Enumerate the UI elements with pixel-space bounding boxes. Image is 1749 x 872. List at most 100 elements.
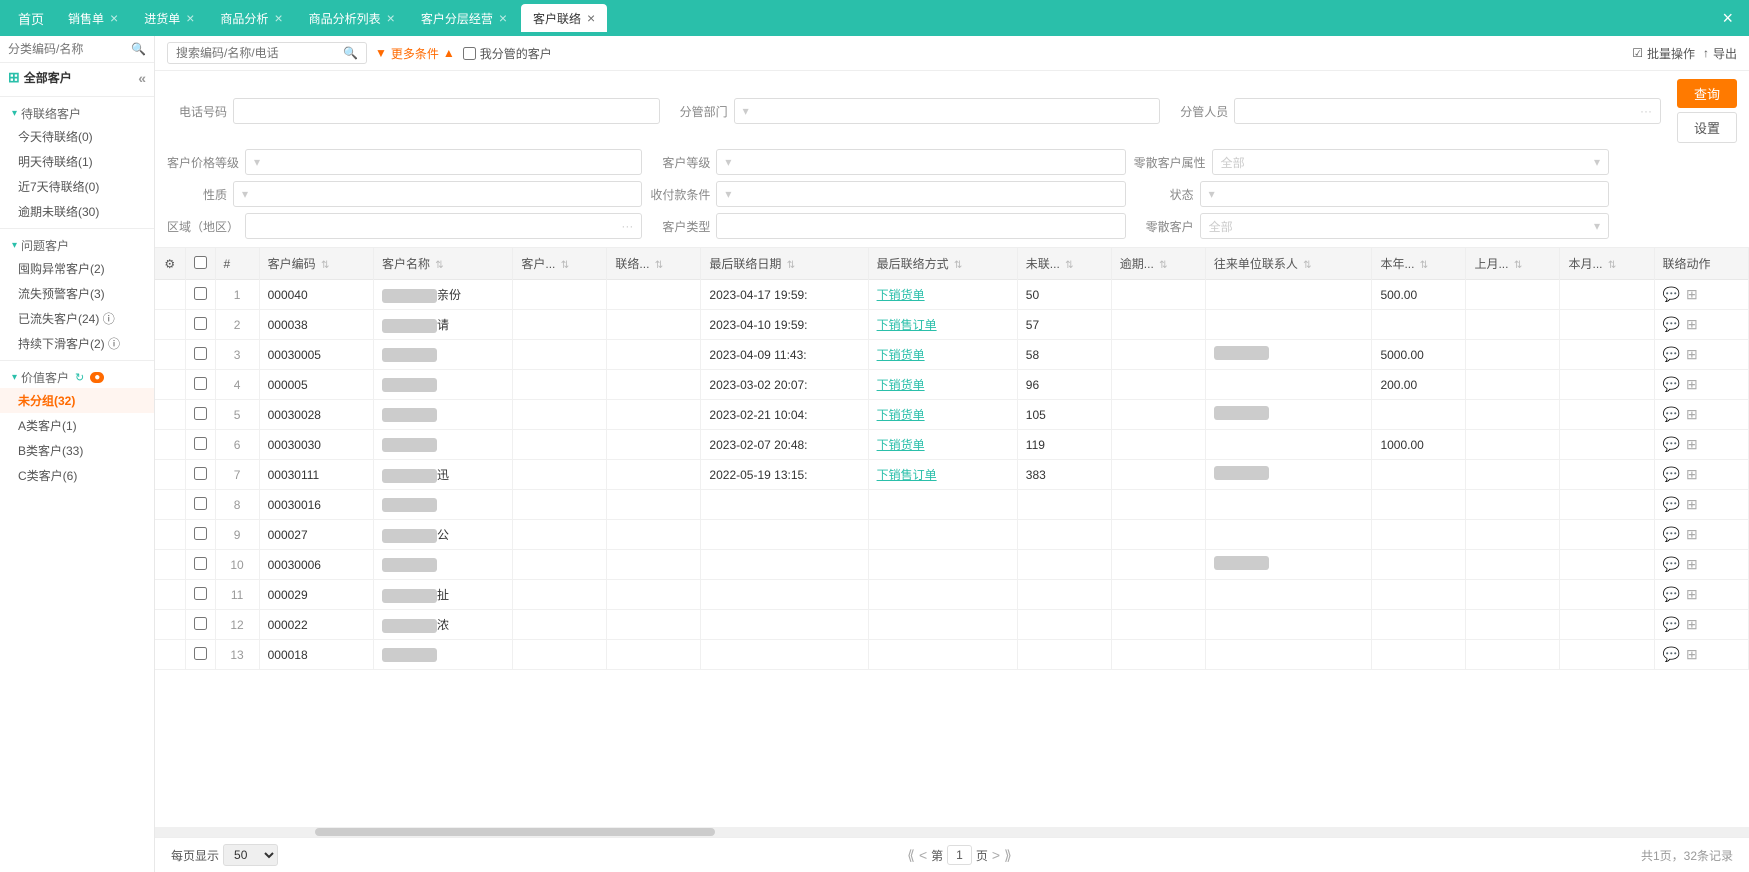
row-checkbox[interactable] <box>194 467 207 480</box>
export-btn[interactable]: ↑ 导出 <box>1703 45 1737 62</box>
my-customers-checkbox[interactable] <box>463 47 476 60</box>
chat-icon[interactable]: 💬 <box>1663 406 1680 423</box>
chat-icon[interactable]: 💬 <box>1663 526 1680 543</box>
per-page-select[interactable]: 50 100 <box>223 844 278 866</box>
payment-input[interactable]: ▾ <box>716 181 1125 207</box>
chat-icon[interactable]: 💬 <box>1663 436 1680 453</box>
more-conditions-btn[interactable]: ▼ 更多条件 ▲ <box>375 45 455 62</box>
tab-home[interactable]: 首页 <box>8 9 54 28</box>
row-checkbox[interactable] <box>194 617 207 630</box>
grid-icon[interactable]: ⊞ <box>1686 526 1698 543</box>
last-method-link[interactable]: 下销货单 <box>877 288 925 302</box>
reset-button[interactable]: 设置 <box>1677 112 1737 143</box>
grid-icon[interactable]: ⊞ <box>1686 586 1698 603</box>
retail-attr-input[interactable]: 全部 ▾ <box>1212 149 1609 175</box>
row-checkbox[interactable] <box>194 647 207 660</box>
horizontal-scrollbar[interactable] <box>155 827 1749 837</box>
chat-icon[interactable]: 💬 <box>1663 316 1680 333</box>
grid-icon[interactable]: ⊞ <box>1686 406 1698 423</box>
row-checkbox[interactable] <box>194 527 207 540</box>
row-checkbox[interactable] <box>194 287 207 300</box>
person-input[interactable]: ··· <box>1234 98 1661 124</box>
grid-icon[interactable]: ⊞ <box>1686 436 1698 453</box>
search-icon[interactable]: 🔍 <box>343 46 358 60</box>
close-icon[interactable]: × <box>499 11 507 25</box>
col-last-method[interactable]: 最后联络方式 ⇅ <box>868 248 1017 280</box>
query-button[interactable]: 查询 <box>1677 79 1737 108</box>
tab-customer-contact[interactable]: 客户联络 × <box>521 4 607 32</box>
phone-input[interactable] <box>233 98 660 124</box>
refresh-icon[interactable]: ↻ <box>75 371 84 384</box>
col-last-month[interactable]: 上月... ⇅ <box>1466 248 1560 280</box>
grid-icon[interactable]: ⊞ <box>1686 616 1698 633</box>
tab-purchase-order[interactable]: 进货单 × <box>132 4 206 32</box>
col-this-year[interactable]: 本年... ⇅ <box>1372 248 1466 280</box>
sidebar-item-tomorrow-pending[interactable]: 明天待联络(1) <box>0 149 154 174</box>
close-icon[interactable]: × <box>387 11 395 25</box>
search-box[interactable]: 🔍 <box>167 42 367 64</box>
row-checkbox[interactable] <box>194 497 207 510</box>
nav-next-btn[interactable]: > <box>992 847 1000 863</box>
last-method-link[interactable]: 下销货单 <box>877 348 925 362</box>
sidebar-item-class-a[interactable]: A类客户(1) <box>0 413 154 438</box>
row-checkbox[interactable] <box>194 317 207 330</box>
grid-icon[interactable]: ⊞ <box>1686 346 1698 363</box>
close-icon[interactable]: × <box>274 11 282 25</box>
col-this-month[interactable]: 本月... ⇅ <box>1560 248 1654 280</box>
last-method-link[interactable]: 下销货单 <box>877 438 925 452</box>
col-last-date[interactable]: 最后联络日期 ⇅ <box>701 248 868 280</box>
grid-icon[interactable]: ⊞ <box>1686 466 1698 483</box>
col-contact-person[interactable]: 往来单位联系人 ⇅ <box>1205 248 1372 280</box>
chat-icon[interactable]: 💬 <box>1663 376 1680 393</box>
sidebar-item-hoarding-abnormal[interactable]: 囤购异常客户(2) <box>0 256 154 281</box>
sidebar-item-7day-pending[interactable]: 近7天待联络(0) <box>0 174 154 199</box>
last-method-link[interactable]: 下销售订单 <box>877 318 937 332</box>
all-customers-header[interactable]: ⊞ 全部客户 « <box>0 63 154 92</box>
close-window-icon[interactable]: × <box>1714 8 1741 29</box>
row-checkbox[interactable] <box>194 587 207 600</box>
sidebar-item-today-pending[interactable]: 今天待联络(0) <box>0 124 154 149</box>
batch-ops-btn[interactable]: ☑ 批量操作 <box>1632 45 1695 62</box>
row-checkbox[interactable] <box>194 347 207 360</box>
chat-icon[interactable]: 💬 <box>1663 466 1680 483</box>
col-type[interactable]: 客户... ⇅ <box>513 248 607 280</box>
col-code[interactable]: 客户编码 ⇅ <box>259 248 373 280</box>
nav-first-btn[interactable]: ⟪ <box>907 847 915 864</box>
close-icon[interactable]: × <box>587 11 595 25</box>
row-checkbox[interactable] <box>194 557 207 570</box>
chat-icon[interactable]: 💬 <box>1663 646 1680 663</box>
sidebar-group-pending-contact[interactable]: ▾ 待联络客户 <box>0 101 154 124</box>
my-customers-checkbox-label[interactable]: 我分管的客户 <box>463 45 552 62</box>
chat-icon[interactable]: 💬 <box>1663 496 1680 513</box>
search-input[interactable] <box>176 46 339 60</box>
col-overdue[interactable]: 逾期... ⇅ <box>1111 248 1205 280</box>
customer-type-input[interactable] <box>716 213 1125 239</box>
grid-icon[interactable]: ⊞ <box>1686 646 1698 663</box>
close-icon[interactable]: × <box>186 11 194 25</box>
grid-icon[interactable]: ⊞ <box>1686 376 1698 393</box>
sidebar-item-class-b[interactable]: B类客户(33) <box>0 438 154 463</box>
collapse-icon[interactable]: « <box>138 70 146 86</box>
col-contact[interactable]: 联络... ⇅ <box>607 248 701 280</box>
region-input[interactable]: ··· <box>245 213 642 239</box>
nav-last-btn[interactable]: ⟫ <box>1004 847 1012 864</box>
scrollbar-thumb[interactable] <box>315 828 715 836</box>
row-checkbox[interactable] <box>194 377 207 390</box>
last-method-link[interactable]: 下销货单 <box>877 408 925 422</box>
tab-product-analysis-list[interactable]: 商品分析列表 × <box>297 4 407 32</box>
chat-icon[interactable]: 💬 <box>1663 556 1680 573</box>
price-level-input[interactable]: ▾ <box>245 149 642 175</box>
sidebar-item-class-c[interactable]: C类客户(6) <box>0 463 154 488</box>
chat-icon[interactable]: 💬 <box>1663 286 1680 303</box>
col-not-contacted[interactable]: 未联... ⇅ <box>1017 248 1111 280</box>
grid-icon[interactable]: ⊞ <box>1686 496 1698 513</box>
last-method-link[interactable]: 下销售订单 <box>877 468 937 482</box>
close-icon[interactable]: × <box>110 11 118 25</box>
retail-customer-input[interactable]: 全部 ▾ <box>1200 213 1609 239</box>
nature-input[interactable]: ▾ <box>233 181 642 207</box>
grid-icon[interactable]: ⊞ <box>1686 556 1698 573</box>
row-checkbox[interactable] <box>194 437 207 450</box>
sidebar-item-unclassified[interactable]: 未分组(32) <box>0 388 154 413</box>
chat-icon[interactable]: 💬 <box>1663 346 1680 363</box>
sidebar-search-icon[interactable]: 🔍 <box>131 42 146 56</box>
